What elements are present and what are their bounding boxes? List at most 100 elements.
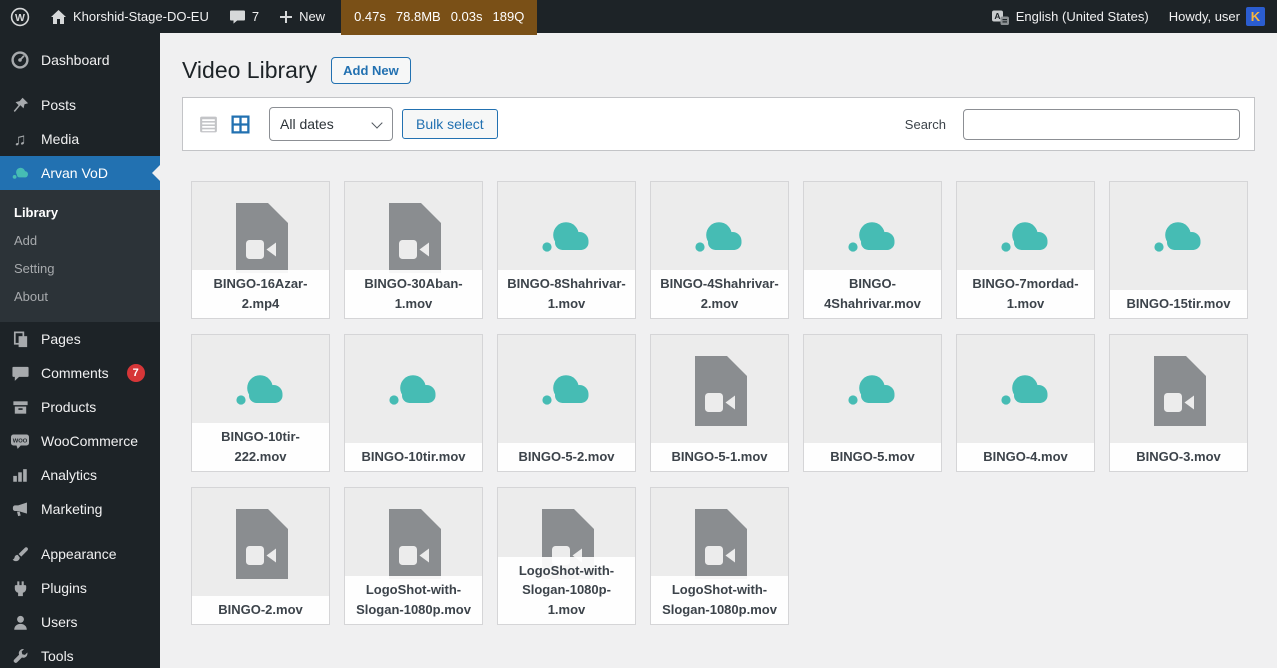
video-filename: BINGO-8Shahrivar-1.mov [498,270,635,318]
sidebar-item-label: Tools [41,648,74,664]
video-card[interactable]: BINGO-4Shahrivar-2.mov [650,181,789,319]
video-filename: BINGO-5-1.mov [651,442,788,471]
video-filename: BINGO-4.mov [957,442,1094,471]
language-label: English (United States) [1015,9,1149,24]
grid-view-button[interactable] [229,113,252,136]
sidebar-item-woocommerce[interactable]: WOO WooCommerce [0,424,160,458]
cloud-icon [541,222,588,252]
submenu-item-library[interactable]: Library [0,198,160,226]
video-filename: LogoShot-with-Slogan-1080p.mov [651,576,788,624]
video-filename: BINGO-30Aban-1.mov [345,270,482,318]
sidebar-item-marketing[interactable]: Marketing [0,492,160,526]
video-filename: BINGO-5.mov [804,442,941,471]
card-icon-slot [1110,335,1247,447]
qm-memory: 78.8MB [395,9,441,24]
video-card[interactable]: BINGO-7mordad-1.mov [956,181,1095,319]
video-card[interactable]: BINGO-2.mov [191,487,330,625]
sidebar-item-label: Products [41,399,97,415]
sidebar-item-dashboard[interactable]: Dashboard [0,43,160,77]
svg-text:W: W [15,11,25,23]
svg-text:WOO: WOO [13,439,28,445]
main-content: Video Library Add New All dates Bulk sel… [160,33,1277,668]
video-file-icon [1153,356,1206,426]
sidebar-item-comments[interactable]: Comments 7 [0,356,160,390]
video-filename: BINGO-10tir-222.mov [192,423,329,471]
language-switcher[interactable]: A English (United States) [981,0,1159,33]
sidebar-item-users[interactable]: Users [0,605,160,639]
howdy-text: Howdy, user [1168,9,1240,24]
sidebar-item-arvan-vod[interactable]: Arvan VoD [0,156,160,190]
cloud-icon [235,375,282,405]
sidebar-item-posts[interactable]: Posts [0,88,160,122]
sidebar-item-label: Marketing [41,501,103,517]
video-card[interactable]: BINGO-5-1.mov [650,334,789,472]
list-view-button[interactable] [197,113,220,136]
site-name-link[interactable]: Khorshid-Stage-DO-EU [40,0,219,33]
qm-page-time: 0.47s [354,9,386,24]
account-menu[interactable]: Howdy, user K [1159,0,1277,33]
avatar: K [1246,7,1265,26]
bulk-select-button[interactable]: Bulk select [402,109,498,139]
video-filename: BINGO-5-2.mov [498,442,635,471]
submenu-item-setting[interactable]: Setting [0,254,160,282]
sidebar-item-tools[interactable]: Tools [0,639,160,668]
video-filename: LogoShot-with-Slogan-1080p-1.mov [498,556,635,624]
add-new-button[interactable]: Add New [331,56,411,84]
search-label: Search [904,116,946,132]
video-card[interactable]: BINGO-3.mov [1109,334,1248,472]
submenu-item-add[interactable]: Add [0,226,160,254]
date-filter-select[interactable]: All dates [269,107,393,141]
qm-query-count: 189Q [492,9,525,24]
video-card[interactable]: BINGO-5.mov [803,334,942,472]
video-filename: BINGO-15tir.mov [1110,289,1247,318]
sidebar-item-plugins[interactable]: Plugins [0,571,160,605]
wordpress-logo-icon: W [10,7,30,27]
video-card[interactable]: BINGO-4.mov [956,334,1095,472]
video-card[interactable]: LogoShot-with-Slogan-1080p.mov [650,487,789,625]
sidebar-item-label: Plugins [41,580,87,596]
video-filename: BINGO-16Azar-2.mp4 [192,270,329,318]
video-card[interactable]: BINGO-16Azar-2.mp4 [191,181,330,319]
video-card[interactable]: BINGO-30Aban-1.mov [344,181,483,319]
products-icon [9,398,31,417]
cloud-icon [847,222,894,252]
media-toolbar: All dates Bulk select Search [182,97,1255,151]
video-card[interactable]: BINGO-4Shahrivar.mov [803,181,942,319]
video-filename: BINGO-3.mov [1110,442,1247,471]
video-filename: BINGO-10tir.mov [345,442,482,471]
arvan-cloud-icon [9,163,31,183]
sidebar-item-analytics[interactable]: Analytics [0,458,160,492]
video-card[interactable]: BINGO-10tir-222.mov [191,334,330,472]
sidebar-item-products[interactable]: Products [0,390,160,424]
video-card[interactable]: LogoShot-with-Slogan-1080p.mov [344,487,483,625]
video-card[interactable]: BINGO-15tir.mov [1109,181,1248,319]
video-card[interactable]: BINGO-5-2.mov [497,334,636,472]
admin-bar-new[interactable]: New [269,0,335,33]
card-icon-slot [1110,182,1247,294]
video-card[interactable]: LogoShot-with-Slogan-1080p-1.mov [497,487,636,625]
cloud-icon [388,375,435,405]
dashboard-icon [9,50,31,70]
video-file-icon [235,509,288,579]
admin-bar-comments[interactable]: 7 [219,0,269,33]
card-icon-slot [498,335,635,447]
sidebar-item-appearance[interactable]: Appearance [0,537,160,571]
media-icon: ♫ [13,129,27,149]
video-card[interactable]: BINGO-10tir.mov [344,334,483,472]
cloud-icon [541,375,588,405]
analytics-icon [9,466,31,484]
pages-icon [9,330,31,349]
sidebar-item-media[interactable]: ♫ Media [0,122,160,156]
video-card[interactable]: BINGO-8Shahrivar-1.mov [497,181,636,319]
sidebar-item-pages[interactable]: Pages [0,322,160,356]
video-filename: BINGO-7mordad-1.mov [957,270,1094,318]
cloud-icon [1000,375,1047,405]
comments-count-badge: 7 [126,364,145,382]
card-icon-slot [651,335,788,447]
comment-icon [9,364,31,383]
submenu-item-about[interactable]: About [0,282,160,310]
search-input[interactable] [963,108,1240,140]
wordpress-logo-menu[interactable]: W [0,0,40,33]
query-monitor-badge[interactable]: 0.47s 78.8MB 0.03s 189Q [341,0,538,35]
card-icon-slot [192,488,329,600]
